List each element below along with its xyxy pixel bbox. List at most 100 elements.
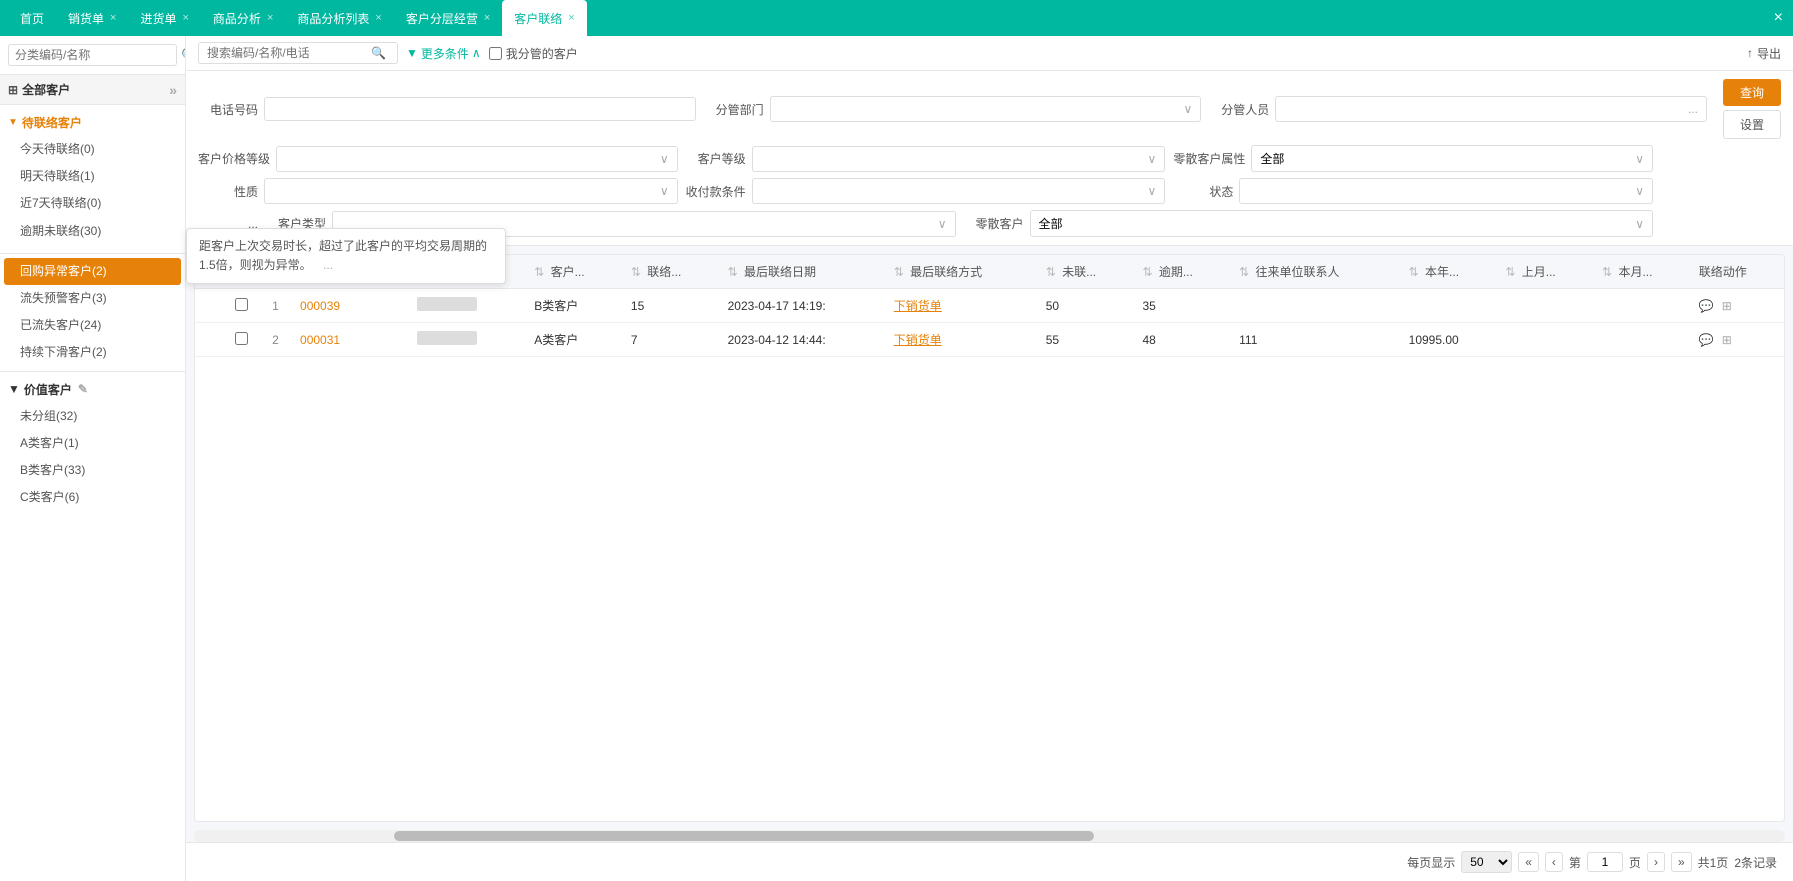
last-method-sort-icon[interactable]: ⇅ xyxy=(894,265,904,279)
overdue-sort-icon[interactable]: ⇅ xyxy=(1142,265,1152,279)
value-customers-group[interactable]: ▼ 价值客户 ✎ xyxy=(0,376,185,403)
td-overdue-1: 35 xyxy=(1134,289,1231,323)
sidebar-item-class-b[interactable]: B类客户(33) xyxy=(0,457,185,484)
th-contact[interactable]: ⇅ 联络... xyxy=(623,255,720,289)
last-date-sort-icon[interactable]: ⇅ xyxy=(728,265,738,279)
phone-input[interactable] xyxy=(264,97,696,121)
th-unit-contact[interactable]: ⇅ 往来单位联系人 xyxy=(1231,255,1401,289)
sidebar-item-tomorrow[interactable]: 明天待联络(1) xyxy=(0,163,185,190)
export-button[interactable]: ↑ 导出 xyxy=(1747,45,1781,62)
td-checkbox-1[interactable] xyxy=(227,289,259,323)
pending-group-title[interactable]: ▼ 待联络客户 xyxy=(0,109,185,136)
this-year-sort-icon[interactable]: ⇅ xyxy=(1409,265,1419,279)
sidebar-collapse-button[interactable]: » xyxy=(169,82,177,98)
row1-checkbox[interactable] xyxy=(235,298,248,311)
price-level-select[interactable]: ∨ xyxy=(276,146,678,172)
per-page-label: 每页显示 xyxy=(1407,854,1455,871)
first-page-button[interactable]: « xyxy=(1518,852,1539,872)
th-unreplied[interactable]: ⇅ 未联... xyxy=(1038,255,1135,289)
th-last-date[interactable]: ⇅ 最后联络日期 xyxy=(720,255,886,289)
th-last-month[interactable]: ⇅ 上月... xyxy=(1497,255,1594,289)
query-button[interactable]: 查询 xyxy=(1723,79,1781,106)
manager-select[interactable]: ... xyxy=(1275,96,1707,122)
this-month-sort-icon[interactable]: ⇅ xyxy=(1602,265,1612,279)
filter-icon: ▼ xyxy=(406,46,418,60)
my-customers-checkbox[interactable] xyxy=(489,47,502,60)
sidebar-item-class-c[interactable]: C类客户(6) xyxy=(0,484,185,511)
close-analysis-list-tab[interactable]: × xyxy=(375,12,381,24)
retail-customer-select[interactable]: 全部 ∨ xyxy=(1030,210,1654,237)
action-more-icon-2[interactable]: ⊞ xyxy=(1722,333,1732,347)
sidebar-item-ungroup[interactable]: 未分组(32) xyxy=(0,403,185,430)
tab-analysis[interactable]: 商品分析 × xyxy=(201,0,285,36)
sidebar-item-repurchase-anomaly[interactable]: 回购异常客户(2) xyxy=(4,258,181,285)
th-last-method[interactable]: ⇅ 最后联络方式 xyxy=(886,255,1038,289)
close-analysis-tab[interactable]: × xyxy=(267,12,273,24)
sidebar-item-7days[interactable]: 近7天待联络(0) xyxy=(0,190,185,217)
search-icon[interactable]: 🔍 xyxy=(371,46,386,60)
td-last-method-2[interactable]: 下销货单 xyxy=(886,323,1038,357)
close-sales-tab[interactable]: × xyxy=(110,12,116,24)
type-sort-icon[interactable]: ⇅ xyxy=(534,265,544,279)
action-chat-icon-2[interactable]: 💬 xyxy=(1699,333,1714,347)
scrollbar-thumb[interactable] xyxy=(394,831,1094,841)
action-chat-icon[interactable]: 💬 xyxy=(1699,299,1714,313)
per-page-select[interactable]: 50 20 100 xyxy=(1461,851,1512,873)
prev-page-button[interactable]: ‹ xyxy=(1545,852,1563,872)
tab-analysis-list[interactable]: 商品分析列表 × xyxy=(285,0,393,36)
tab-purchase[interactable]: 进货单 × xyxy=(128,0,200,36)
more-filters-button[interactable]: ▼ 更多条件 ∧ xyxy=(406,45,481,62)
filter-row-3: 性质 ∨ 收付款条件 ∨ 状态 xyxy=(198,178,1781,204)
search-input[interactable] xyxy=(207,46,367,60)
dept-select[interactable]: ∨ xyxy=(770,96,1202,122)
th-overdue[interactable]: ⇅ 逾期... xyxy=(1134,255,1231,289)
sidebar-item-churn-warning[interactable]: 流失预警客户(3) xyxy=(0,285,185,312)
td-code-2[interactable]: 000031 xyxy=(292,323,409,357)
pay-terms-select[interactable]: ∨ xyxy=(752,178,1166,204)
status-cell: 状态 ∨ xyxy=(1173,178,1653,204)
status-select[interactable]: ∨ xyxy=(1239,178,1653,204)
my-customers-filter[interactable]: 我分管的客户 xyxy=(489,45,578,62)
sidebar-item-churned[interactable]: 已流失客户(24) xyxy=(0,312,185,339)
sidebar-item-class-a[interactable]: A类客户(1) xyxy=(0,430,185,457)
gender-select[interactable]: ∨ xyxy=(264,178,678,204)
next-page-button[interactable]: › xyxy=(1647,852,1665,872)
sidebar-item-today[interactable]: 今天待联络(0) xyxy=(0,136,185,163)
th-this-year[interactable]: ⇅ 本年... xyxy=(1401,255,1498,289)
all-customers-label[interactable]: ⊞ 全部客户 xyxy=(8,81,169,98)
sidebar-item-declining[interactable]: 持续下滑客户(2) xyxy=(0,339,185,366)
last-page-button[interactable]: » xyxy=(1671,852,1692,872)
horizontal-scrollbar[interactable] xyxy=(194,830,1785,842)
td-code-1[interactable]: 000039 xyxy=(292,289,409,323)
close-customer-tier-tab[interactable]: × xyxy=(484,12,490,24)
action-more-icon[interactable]: ⊞ xyxy=(1722,299,1732,313)
edit-customers-icon[interactable]: ✎ xyxy=(78,382,88,396)
page-unit-label: 页 xyxy=(1629,854,1641,871)
td-last-method-1[interactable]: 下销货单 xyxy=(886,289,1038,323)
tab-customer-tier[interactable]: 客户分层经营 × xyxy=(394,0,502,36)
retail-attr-select[interactable]: 全部 ∨ xyxy=(1251,145,1653,172)
last-month-sort-icon[interactable]: ⇅ xyxy=(1505,265,1515,279)
td-checkbox-2[interactable] xyxy=(227,323,259,357)
close-all-tabs-button[interactable]: × xyxy=(1774,9,1783,27)
page-number-input[interactable] xyxy=(1587,852,1623,872)
tooltip-popup: 距客户上次交易时长，超过了此客户的平均交易周期的1.5倍，则视为异常。 ... xyxy=(186,228,506,284)
customer-level-select[interactable]: ∨ xyxy=(752,146,1166,172)
tab-home[interactable]: 首页 xyxy=(8,0,56,36)
close-customer-contact-tab[interactable]: × xyxy=(568,12,574,24)
customer-level-cell: 客户等级 ∨ xyxy=(686,146,1166,172)
sidebar-item-overdue[interactable]: 逾期未联络(30) xyxy=(0,218,185,245)
th-type[interactable]: ⇅ 客户... xyxy=(526,255,623,289)
sidebar-search-input[interactable] xyxy=(8,44,177,66)
unit-contact-sort-icon[interactable]: ⇅ xyxy=(1239,265,1249,279)
row2-checkbox[interactable] xyxy=(235,332,248,345)
tab-customer-contact[interactable]: 客户联络 × xyxy=(502,0,586,36)
tab-sales[interactable]: 销货单 × xyxy=(56,0,128,36)
contact-sort-icon[interactable]: ⇅ xyxy=(631,265,641,279)
unreplied-sort-icon[interactable]: ⇅ xyxy=(1046,265,1056,279)
close-purchase-tab[interactable]: × xyxy=(182,12,188,24)
blurred-name-1 xyxy=(417,297,477,311)
th-this-month[interactable]: ⇅ 本月... xyxy=(1594,255,1691,289)
settings-button[interactable]: 设置 xyxy=(1723,110,1781,139)
retail-customer-chevron: ∨ xyxy=(1635,217,1644,231)
